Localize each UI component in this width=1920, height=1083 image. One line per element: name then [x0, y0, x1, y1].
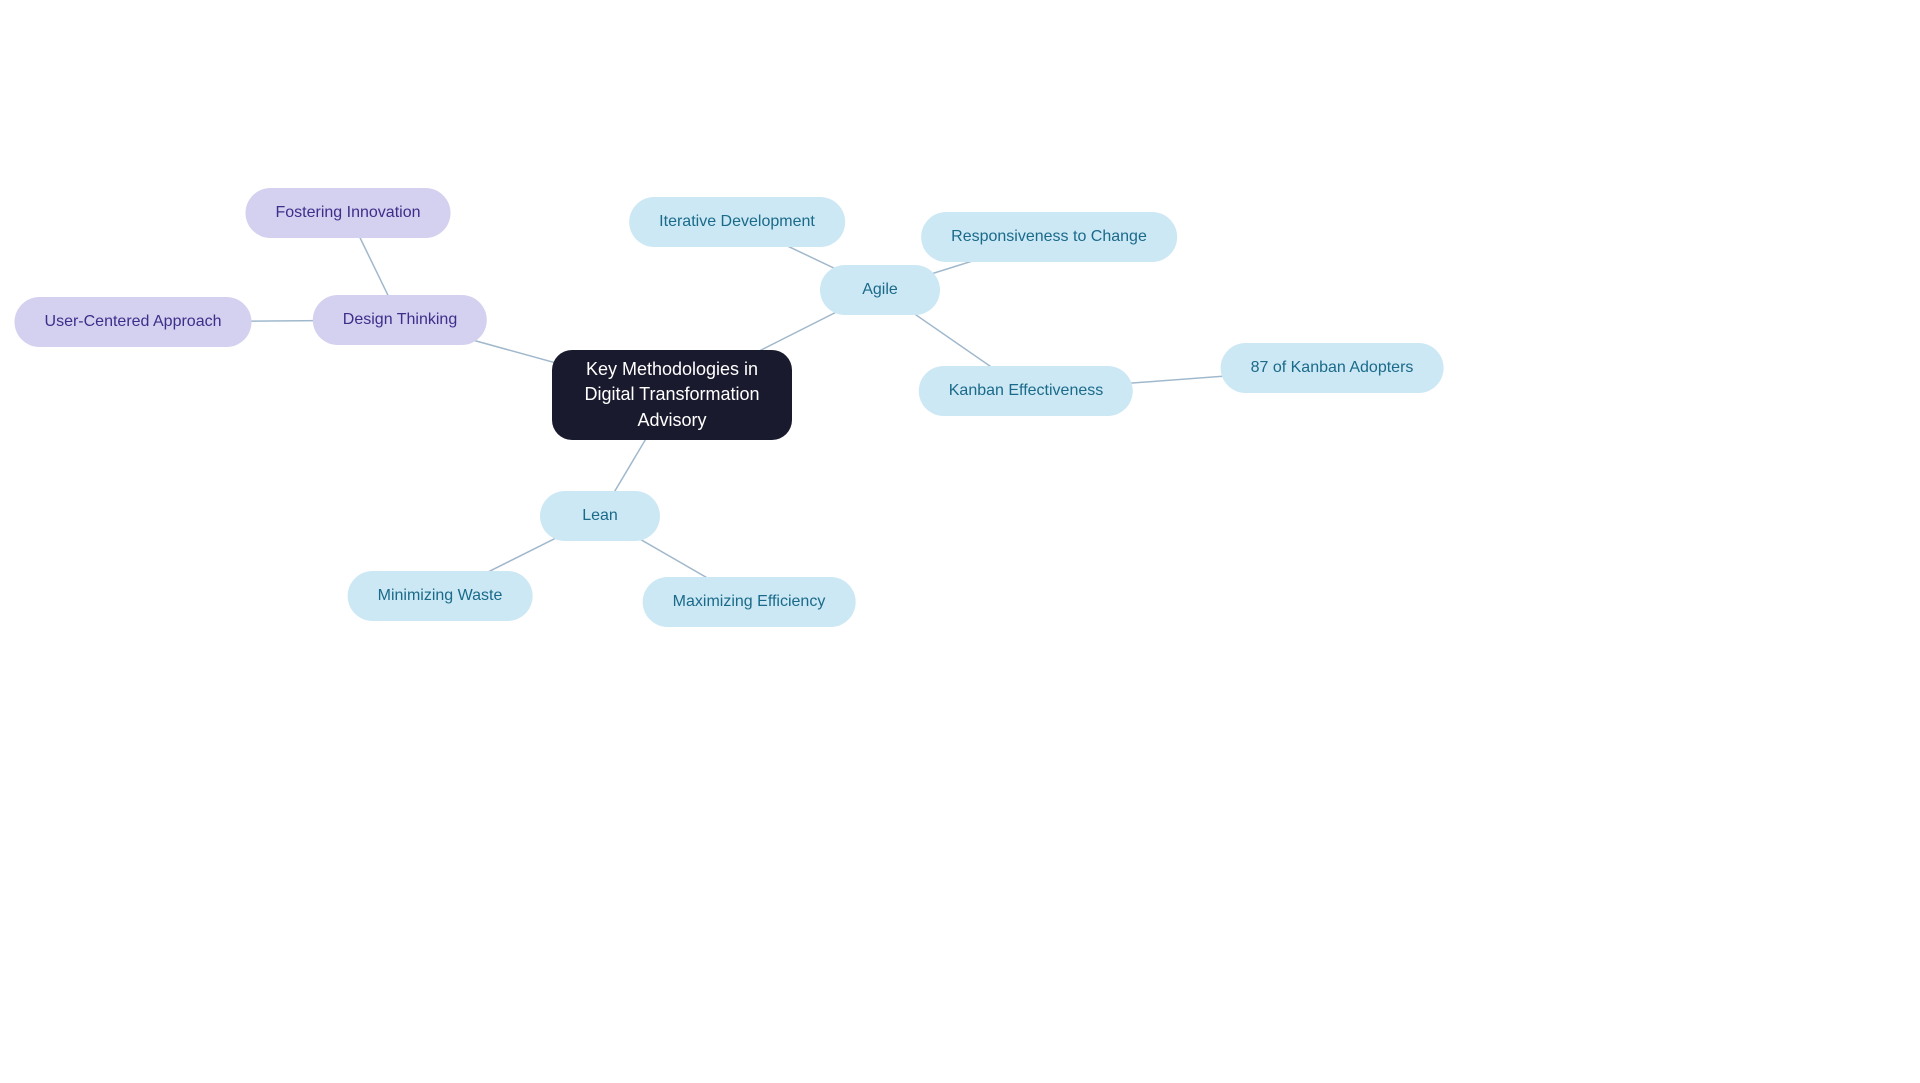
- node-kanban: Kanban Effectiveness: [919, 366, 1133, 416]
- node-fostering-innovation: Fostering Innovation: [246, 188, 451, 238]
- node-agile: Agile: [820, 265, 940, 315]
- node-lean: Lean: [540, 491, 660, 541]
- node-center: Key Methodologies in Digital Transformat…: [552, 350, 792, 440]
- node-user-centered: User-Centered Approach: [15, 297, 252, 347]
- node-iterative-dev: Iterative Development: [629, 197, 845, 247]
- node-minimizing-waste: Minimizing Waste: [348, 571, 533, 621]
- node-kanban-adopters: 87 of Kanban Adopters: [1221, 343, 1444, 393]
- node-design-thinking: Design Thinking: [313, 295, 487, 345]
- mindmap-container: Key Methodologies in Digital Transformat…: [0, 0, 1920, 1083]
- node-maximizing-efficiency: Maximizing Efficiency: [643, 577, 856, 627]
- connections-svg: [0, 0, 1920, 1083]
- node-responsiveness: Responsiveness to Change: [921, 212, 1177, 262]
